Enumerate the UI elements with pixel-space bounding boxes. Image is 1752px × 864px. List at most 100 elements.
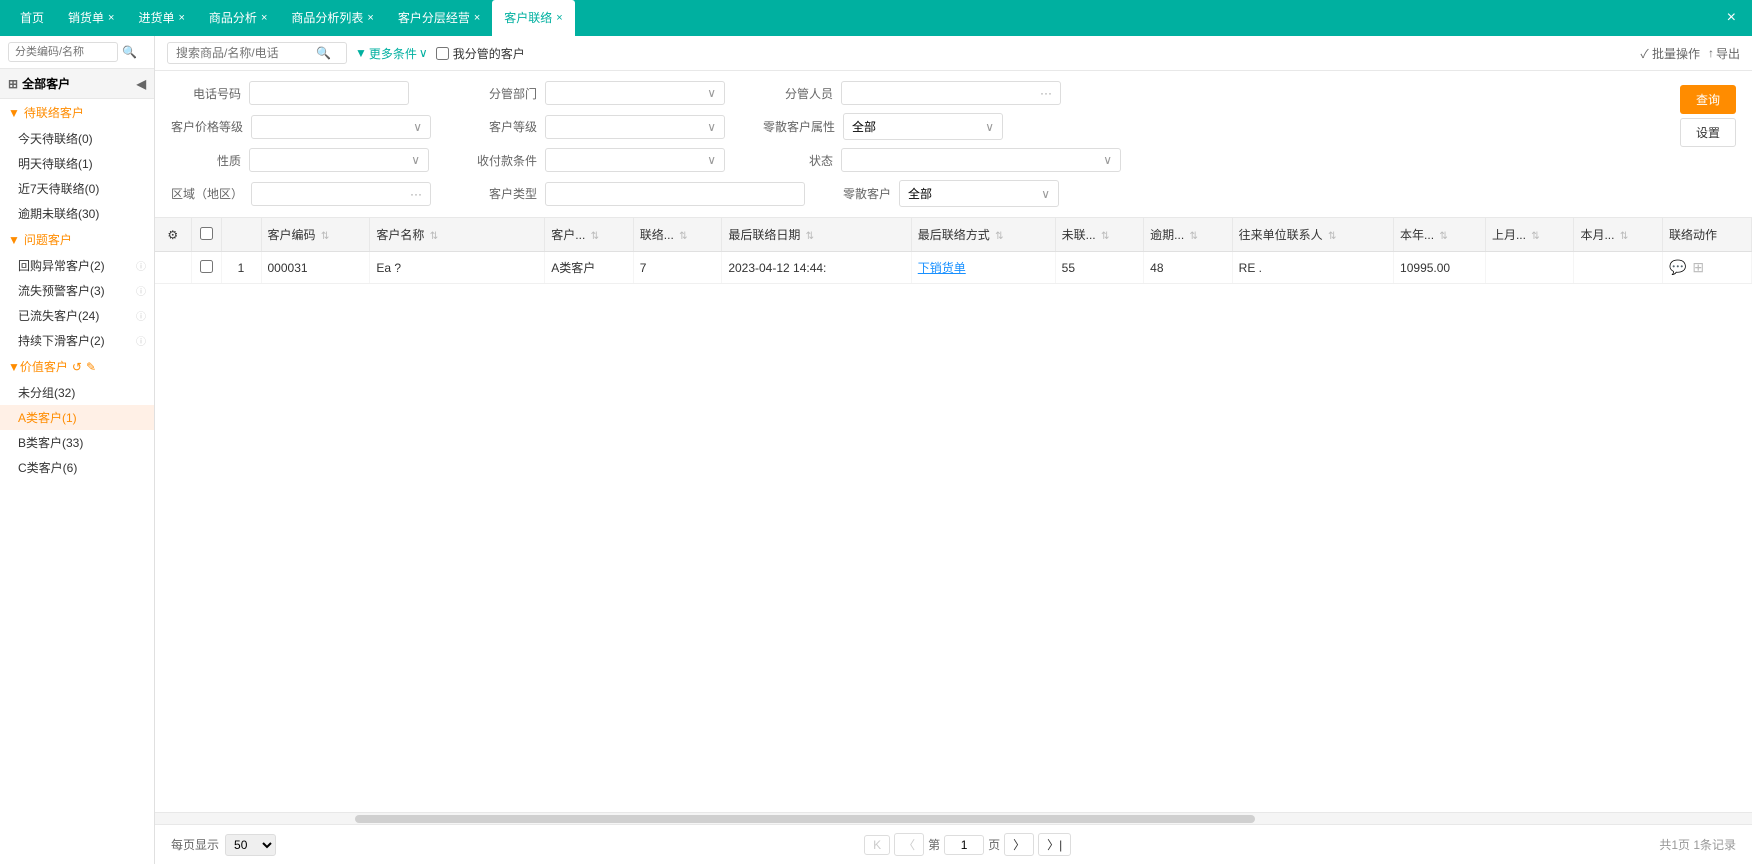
sidebar-item-tomorrow-contact[interactable]: 明天待联络(1)	[0, 151, 154, 176]
sidebar-item-b-class[interactable]: B类客户(33)	[0, 430, 154, 455]
setting-button[interactable]: 设置	[1680, 118, 1736, 147]
nav-customer-contact[interactable]: 客户联络 ×	[492, 0, 574, 36]
nav-sales-order[interactable]: 销货单 ×	[56, 0, 126, 36]
chevron-status-icon: ∨	[1103, 153, 1112, 167]
pagination: K 〈 第 页 〉 〉|	[864, 833, 1071, 856]
row-check[interactable]	[191, 252, 221, 284]
filter-retail-attr-label: 零散客户属性	[763, 118, 835, 135]
qr-action-icon[interactable]: ⊞	[1692, 259, 1704, 276]
sidebar-search-input[interactable]	[8, 42, 118, 62]
filter-customer-level-select[interactable]: ∨	[545, 115, 725, 139]
sidebar-collapse-icon[interactable]: ◀	[137, 77, 146, 91]
filter-search-icon[interactable]: 🔍	[316, 46, 331, 60]
value-customer-group[interactable]: ▼ 价值客户 ↺ ✎	[0, 353, 154, 380]
pending-contact-group[interactable]: ▼ 待联络客户	[0, 99, 154, 126]
close-sales-order[interactable]: ×	[108, 0, 114, 36]
col-this-month-header[interactable]: 本月... ⇅	[1574, 218, 1663, 252]
first-page-button[interactable]: K	[864, 835, 890, 855]
sidebar-item-c-class[interactable]: C类客户(6)	[0, 455, 154, 480]
close-product-analysis[interactable]: ×	[261, 0, 267, 36]
query-button[interactable]: 查询	[1680, 85, 1736, 114]
close-purchase-order[interactable]: ×	[178, 0, 184, 36]
nav-purchase-order[interactable]: 进货单 ×	[126, 0, 196, 36]
last-page-button[interactable]: 〉|	[1038, 833, 1071, 856]
col-this-year-header[interactable]: 本年... ⇅	[1394, 218, 1486, 252]
close-product-analysis-list[interactable]: ×	[367, 0, 373, 36]
sort-overdue-icon: ⇅	[1190, 231, 1198, 242]
page-number-input[interactable]	[944, 835, 984, 855]
batch-op-button[interactable]: ✓ 批量操作	[1640, 45, 1700, 62]
of-label: 页	[988, 836, 1000, 853]
close-customer-contact[interactable]: ×	[556, 0, 562, 36]
filter-dept-select[interactable]: ∨	[545, 81, 725, 105]
message-action-icon[interactable]: 💬	[1669, 259, 1686, 276]
sidebar-item-7days-contact[interactable]: 近7天待联络(0)	[0, 176, 154, 201]
sidebar-item-today-contact[interactable]: 今天待联络(0)	[0, 126, 154, 151]
col-type-header[interactable]: 客户... ⇅	[545, 218, 634, 252]
filter-ctype-input[interactable]	[545, 182, 805, 206]
table-header: ⚙ 客户编码 ⇅ 客户名称 ⇅	[155, 218, 1752, 252]
sidebar-item-lost-customer[interactable]: 已流失客户(24) ⓘ	[0, 303, 154, 328]
col-no-contact-header[interactable]: 未联... ⇅	[1055, 218, 1144, 252]
col-last-month-header[interactable]: 上月... ⇅	[1485, 218, 1574, 252]
sidebar-all-customers-header[interactable]: ⊞ 全部客户 ◀	[0, 69, 154, 99]
scrollbar-thumb[interactable]	[355, 815, 1255, 823]
page-size-select[interactable]: 10 20 50 100	[225, 834, 276, 856]
sidebar-item-declining-customer[interactable]: 持续下滑客户(2) ⓘ	[0, 328, 154, 353]
filter-search-input[interactable]	[176, 46, 316, 60]
col-last-method-header[interactable]: 最后联络方式 ⇅	[911, 218, 1055, 252]
refresh-icon[interactable]: ↺	[72, 360, 82, 374]
filter-nature-select[interactable]: ∨	[249, 148, 429, 172]
col-code-header[interactable]: 客户编码 ⇅	[261, 218, 370, 252]
col-name-header[interactable]: 客户名称 ⇅	[370, 218, 545, 252]
col-contact-header[interactable]: 联络... ⇅	[633, 218, 722, 252]
prev-page-button[interactable]: 〈	[894, 833, 924, 856]
last-method-link[interactable]: 下销货单	[918, 261, 966, 275]
filter-phone-input[interactable]	[249, 81, 409, 105]
table-row: 1 000031 Ea ? A类客户 7 2023-04-12 14:44: 下…	[155, 252, 1752, 284]
col-check-header[interactable]	[191, 218, 221, 252]
sidebar-item-repurchase-abnormal[interactable]: 回购异常客户(2) ⓘ	[0, 253, 154, 278]
filter-person-select[interactable]: ···	[841, 81, 1061, 105]
col-unit-contact-header[interactable]: 往来单位联系人 ⇅	[1232, 218, 1393, 252]
row-code[interactable]: 000031	[261, 252, 370, 284]
filter-retail-customer-select[interactable]: 全部 ∨	[899, 180, 1059, 207]
sidebar-search-icon[interactable]: 🔍	[122, 45, 137, 59]
filter-payment-select[interactable]: ∨	[545, 148, 725, 172]
nav-customer-segmentation[interactable]: 客户分层经营 ×	[386, 0, 492, 36]
my-customers-checkbox[interactable]	[436, 47, 449, 60]
sidebar-item-loss-warning[interactable]: 流失预警客户(3) ⓘ	[0, 278, 154, 303]
filter-price-level-select[interactable]: ∨	[251, 115, 431, 139]
row-name[interactable]: Ea ?	[370, 252, 545, 284]
problem-customer-group[interactable]: ▼ 问题客户	[0, 226, 154, 253]
more-conditions-button[interactable]: ▼ 更多条件 ∨	[355, 45, 428, 62]
my-customers-checkbox-label[interactable]: 我分管的客户	[436, 45, 525, 62]
filter-status-select[interactable]: ∨	[841, 148, 1121, 172]
region-dots-icon[interactable]: ···	[410, 187, 422, 201]
row-checkbox[interactable]	[200, 260, 213, 273]
col-last-date-header[interactable]: 最后联络日期 ⇅	[722, 218, 911, 252]
action-buttons: 💬 ⊞	[1669, 259, 1745, 276]
horizontal-scrollbar[interactable]	[155, 812, 1752, 824]
filter-retail-attr-select[interactable]: 全部 ∨	[843, 113, 1003, 140]
nav-product-analysis-list[interactable]: 商品分析列表 ×	[279, 0, 385, 36]
row-no-contact: 55	[1055, 252, 1144, 284]
close-all-button[interactable]: ×	[1719, 9, 1744, 27]
export-button[interactable]: ↑ 导出	[1708, 45, 1740, 62]
nav-product-analysis[interactable]: 商品分析 ×	[197, 0, 279, 36]
col-setting-header[interactable]: ⚙	[155, 218, 191, 252]
nav-home[interactable]: 首页	[8, 0, 56, 36]
next-page-button[interactable]: 〉	[1004, 833, 1034, 856]
col-overdue-header[interactable]: 逾期... ⇅	[1144, 218, 1233, 252]
sidebar-item-a-class[interactable]: A类客户(1)	[0, 405, 154, 430]
close-customer-segmentation[interactable]: ×	[474, 0, 480, 36]
person-dots-icon[interactable]: ···	[1040, 86, 1052, 100]
sidebar-item-overdue-contact[interactable]: 逾期未联络(30)	[0, 201, 154, 226]
sidebar-item-ungrouped[interactable]: 未分组(32)	[0, 380, 154, 405]
filter-customer-level-field: 客户等级 ∨	[467, 115, 747, 139]
content-area: 🔍 ▼ 更多条件 ∨ 我分管的客户 ✓ 批量操作 ↑ 导出	[155, 36, 1752, 864]
select-all-checkbox[interactable]	[200, 227, 213, 240]
row-last-method[interactable]: 下销货单	[911, 252, 1055, 284]
edit-icon[interactable]: ✎	[86, 360, 96, 374]
filter-region-select[interactable]: ···	[251, 182, 431, 206]
